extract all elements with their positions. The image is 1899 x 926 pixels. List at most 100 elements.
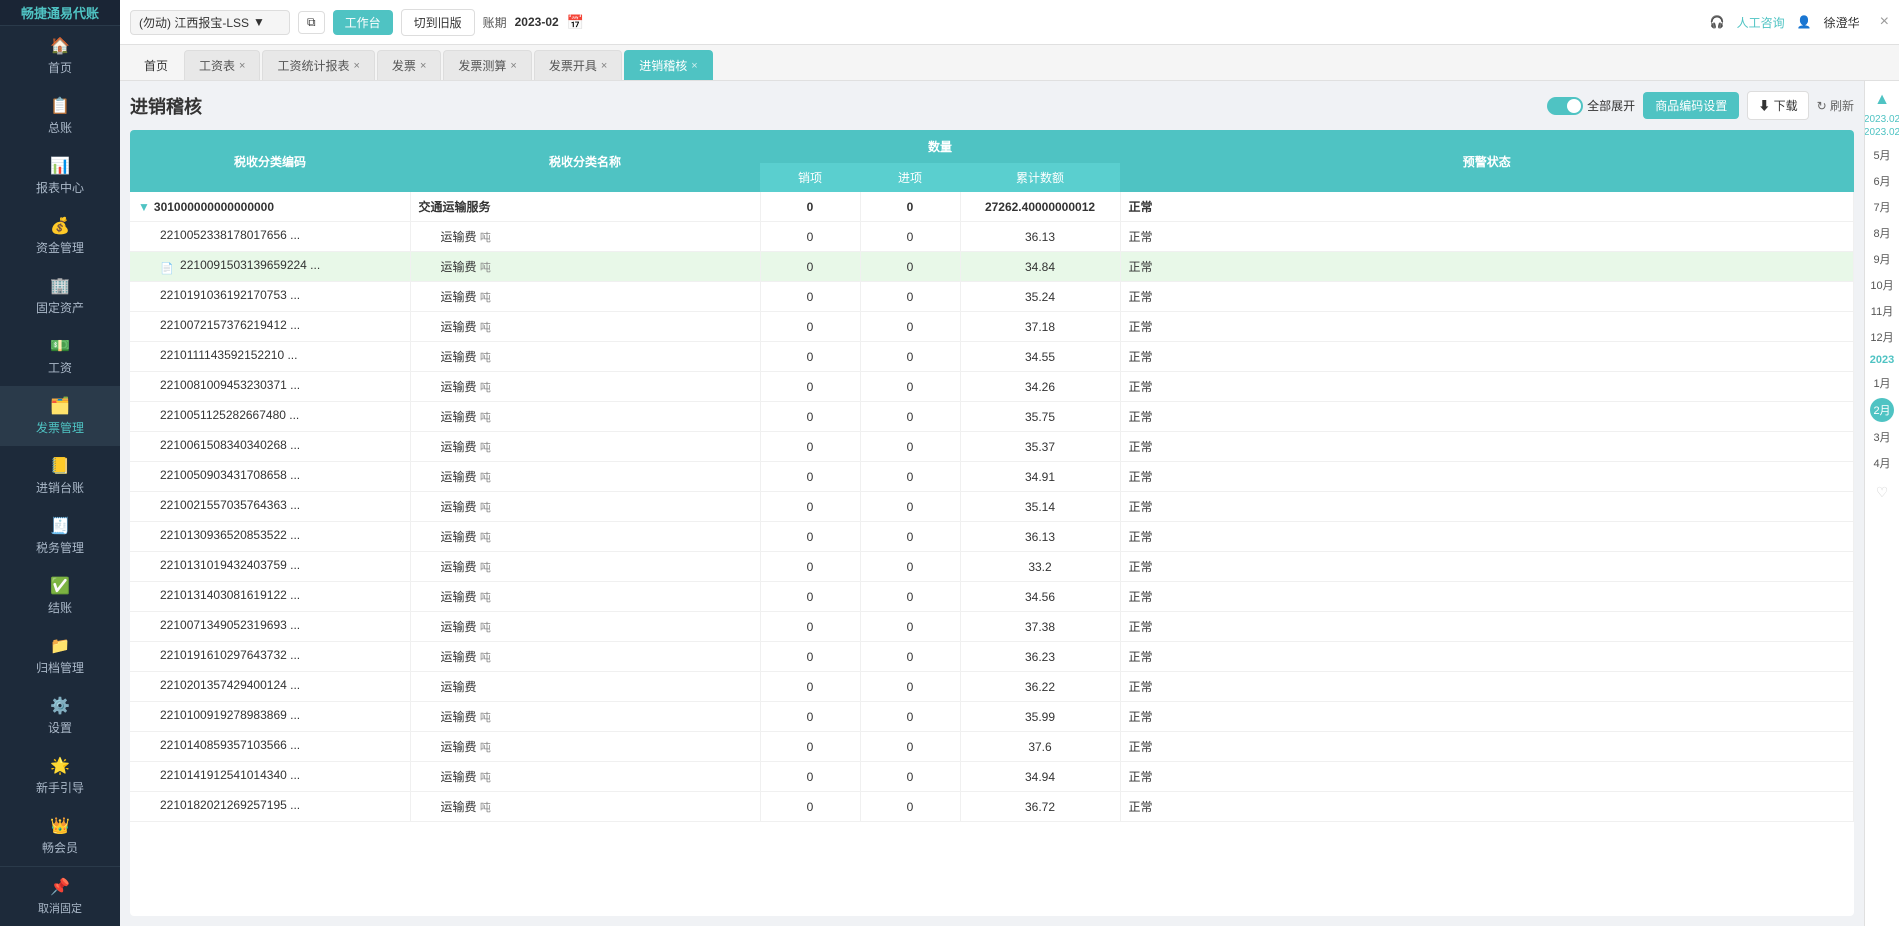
sidebar-item-unpin[interactable]: 📌 取消固定 xyxy=(0,867,120,926)
sidebar-label-reports: 报表中心 xyxy=(36,179,84,196)
tab-invoice-calc[interactable]: 发票测算 × xyxy=(443,50,531,80)
month-1[interactable]: 1月 xyxy=(1865,370,1899,396)
sidebar-item-archive[interactable]: 📁 归档管理 xyxy=(0,626,120,686)
tab-salary[interactable]: 工资表 × xyxy=(184,50,260,80)
table-row[interactable]: 2210191610297643732 ... 运输费 吨 0 0 36.23 … xyxy=(130,642,1854,672)
calendar-icon[interactable]: 📅 xyxy=(567,14,584,31)
support-label[interactable]: 人工咨询 xyxy=(1737,14,1785,31)
assets-icon: 🏢 xyxy=(50,276,70,296)
table-row[interactable]: 2210182021269257195 ... 运输费 吨 0 0 36.72 … xyxy=(130,792,1854,822)
copy-button[interactable]: ⧉ xyxy=(298,11,325,34)
sidebar-item-home[interactable]: 🏠 首页 xyxy=(0,26,120,86)
sidebar-label-ledgerbook: 进销台账 xyxy=(36,479,84,496)
table-row[interactable]: 2210051125282667480 ... 运输费 吨 0 0 35.75 … xyxy=(130,402,1854,432)
settings-icon: ⚙️ xyxy=(50,696,70,716)
month-3[interactable]: 3月 xyxy=(1865,424,1899,450)
table-row[interactable]: 2210131019432403759 ... 运输费 吨 0 0 33.2 正… xyxy=(130,552,1854,582)
sidebar-item-settle[interactable]: ✅ 结账 xyxy=(0,566,120,626)
month-4[interactable]: 4月 xyxy=(1865,450,1899,476)
sidebar-label-settings: 设置 xyxy=(48,719,72,736)
close-icon[interactable]: × xyxy=(1880,13,1889,31)
month-9[interactable]: 9月 xyxy=(1865,246,1899,272)
month-11[interactable]: 11月 xyxy=(1865,298,1899,324)
cell-purchase-child: 0 xyxy=(860,312,960,342)
cell-status-child: 正常 xyxy=(1120,342,1854,372)
cell-cumulative-child: 35.75 xyxy=(960,402,1120,432)
sidebar-item-assets[interactable]: 🏢 固定资产 xyxy=(0,266,120,326)
table-row[interactable]: 2210201357429400124 ... 运输费 0 0 36.22 正常 xyxy=(130,672,1854,702)
table-row[interactable]: 2210140859357103566 ... 运输费 吨 0 0 37.6 正… xyxy=(130,732,1854,762)
tab-salary-report-label: 工资统计报表 xyxy=(277,57,349,74)
sidebar-item-ledger[interactable]: 📋 总账 xyxy=(0,86,120,146)
table-row[interactable]: 2210131403081619122 ... 运输费 吨 0 0 34.56 … xyxy=(130,582,1854,612)
workspace-button[interactable]: 工作台 xyxy=(333,10,393,35)
tab-salary-report[interactable]: 工资统计报表 × xyxy=(262,50,374,80)
month-12[interactable]: 12月 xyxy=(1865,324,1899,350)
tab-invoice-open[interactable]: 发票开具 × xyxy=(534,50,622,80)
tab-invoice-open-close[interactable]: × xyxy=(601,60,607,72)
switch-button[interactable]: 切到旧版 xyxy=(401,9,475,36)
table-row[interactable]: 2210052338178017656 ... 运输费 吨 0 0 36.13 … xyxy=(130,222,1854,252)
refresh-icon: ↻ xyxy=(1817,99,1827,113)
cell-status-child: 正常 xyxy=(1120,582,1854,612)
cell-sales-child: 0 xyxy=(760,702,860,732)
cell-status-child: 正常 xyxy=(1120,402,1854,432)
table-row[interactable]: 2210021557035764363 ... 运输费 吨 0 0 35.14 … xyxy=(130,492,1854,522)
table-row[interactable]: 2210191036192170753 ... 运输费 吨 0 0 35.24 … xyxy=(130,282,1854,312)
month-5[interactable]: 5月 xyxy=(1865,142,1899,168)
sidebar-item-settings[interactable]: ⚙️ 设置 xyxy=(0,686,120,746)
sidebar-item-vip[interactable]: 👑 畅会员 xyxy=(0,806,120,866)
tab-reconcile[interactable]: 进销稽核 × xyxy=(624,50,712,80)
table-row[interactable]: 2210130936520853522 ... 运输费 吨 0 0 36.13 … xyxy=(130,522,1854,552)
sidebar-item-tax[interactable]: 🧾 税务管理 xyxy=(0,506,120,566)
th-status: 预警状态 xyxy=(1120,130,1854,192)
expand-icon[interactable]: ▲ xyxy=(1874,91,1890,109)
table-row[interactable]: 2210100919278983869 ... 运输费 吨 0 0 35.99 … xyxy=(130,702,1854,732)
refresh-button[interactable]: ↻ 刷新 xyxy=(1817,97,1854,114)
download-button[interactable]: ⬇ 下载 xyxy=(1747,91,1808,120)
table-row[interactable]: 2210071349052319693 ... 运输费 吨 0 0 37.38 … xyxy=(130,612,1854,642)
tab-salary-close[interactable]: × xyxy=(239,60,245,72)
company-selector[interactable]: (勿动) 江西报宝-LSS ▼ xyxy=(130,10,290,35)
month-6[interactable]: 6月 xyxy=(1865,168,1899,194)
tab-invoice[interactable]: 发票 × xyxy=(377,50,441,80)
month-2-current[interactable]: 2月 xyxy=(1870,398,1894,422)
tab-invoice-calc-close[interactable]: × xyxy=(510,60,516,72)
cell-name-child: 运输费 吨 xyxy=(410,342,760,372)
chevron-down-icon: ▼ xyxy=(253,15,265,29)
setting-button[interactable]: 商品编码设置 xyxy=(1643,92,1739,119)
table-row[interactable]: 2210081009453230371 ... 运输费 吨 0 0 34.26 … xyxy=(130,372,1854,402)
sidebar-item-salary[interactable]: 💵 工资 xyxy=(0,326,120,386)
table-row[interactable]: 2210141912541014340 ... 运输费 吨 0 0 34.94 … xyxy=(130,762,1854,792)
table-row[interactable]: ▼301000000000000000 交通运输服务 0 0 27262.400… xyxy=(130,192,1854,222)
cell-name-child: 运输费 吨 xyxy=(410,522,760,552)
month-7[interactable]: 7月 xyxy=(1865,194,1899,220)
tab-reconcile-close[interactable]: × xyxy=(691,60,697,72)
table-row[interactable]: 📄 2210091503139659224 ... 运输费 吨 0 0 34.8… xyxy=(130,252,1854,282)
tab-salary-report-close[interactable]: × xyxy=(353,60,359,72)
sidebar-item-finance[interactable]: 💰 资金管理 xyxy=(0,206,120,266)
table-row[interactable]: 2210111143592152210 ... 运输费 吨 0 0 34.55 … xyxy=(130,342,1854,372)
sidebar-item-invoice[interactable]: 🗂️ 发票管理 xyxy=(0,386,120,446)
cell-code-child: 2210050903431708658 ... xyxy=(130,462,410,492)
cell-sales-child: 0 xyxy=(760,312,860,342)
table-row[interactable]: 2210072157376219412 ... 运输费 吨 0 0 37.18 … xyxy=(130,312,1854,342)
sidebar-item-reports[interactable]: 📊 报表中心 xyxy=(0,146,120,206)
cell-cumulative-child: 36.72 xyxy=(960,792,1120,822)
tab-invoice-close[interactable]: × xyxy=(420,60,426,72)
cell-status-child: 正常 xyxy=(1120,492,1854,522)
cell-sales-child: 0 xyxy=(760,612,860,642)
sidebar-item-guide[interactable]: 🌟 新手引导 xyxy=(0,746,120,806)
year-label-top1: 2023.02 xyxy=(1864,114,1899,125)
table-row[interactable]: 2210050903431708658 ... 运输费 吨 0 0 34.91 … xyxy=(130,462,1854,492)
sidebar-label-vip: 畅会员 xyxy=(42,839,78,856)
month-8[interactable]: 8月 xyxy=(1865,220,1899,246)
cell-sales-child: 0 xyxy=(760,432,860,462)
finance-icon: 💰 xyxy=(50,216,70,236)
tab-home[interactable]: 首页 xyxy=(130,51,182,80)
sidebar-item-ledgerbook[interactable]: 📒 进销台账 xyxy=(0,446,120,506)
month-10[interactable]: 10月 xyxy=(1865,272,1899,298)
toggle-expand[interactable]: 全部展开 xyxy=(1547,97,1635,115)
table-row[interactable]: 2210061508340340268 ... 运输费 吨 0 0 35.37 … xyxy=(130,432,1854,462)
toggle-switch[interactable] xyxy=(1547,97,1583,115)
